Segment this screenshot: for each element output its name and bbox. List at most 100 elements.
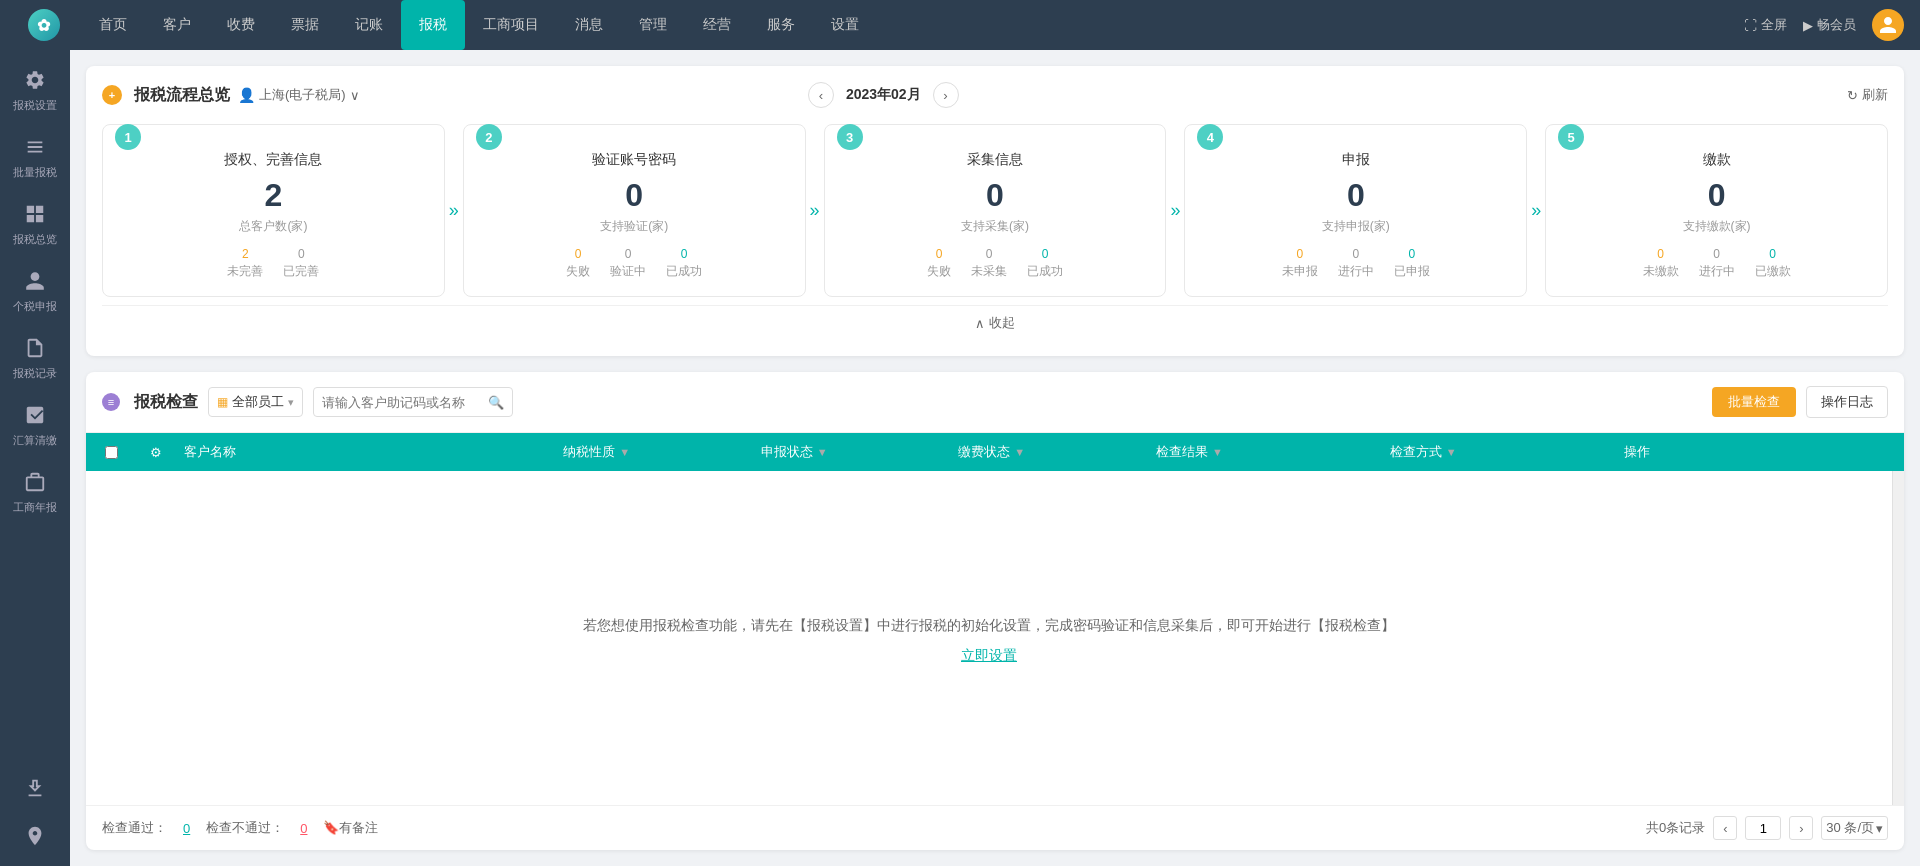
nav-settings[interactable]: 设置 bbox=[813, 0, 877, 50]
step-1-stats: 2 未完善 0 已完善 bbox=[119, 247, 428, 280]
step-3-subtitle: 支持采集(家) bbox=[841, 218, 1150, 235]
overview-icon bbox=[21, 200, 49, 228]
employee-filter[interactable]: ▦ 全部员工 ▾ bbox=[208, 387, 303, 417]
step-3-stat-2[interactable]: 0 已成功 bbox=[1027, 247, 1063, 280]
pass-label: 检查通过： bbox=[102, 819, 167, 837]
overview-title-icon: + bbox=[102, 85, 122, 105]
sidebar-item-overview[interactable]: 报税总览 bbox=[3, 192, 67, 255]
th-declare-filter-icon[interactable]: ▼ bbox=[817, 446, 828, 458]
step-4-stat-2-val: 0 bbox=[1408, 247, 1415, 261]
step-4-num: 4 bbox=[1197, 124, 1223, 150]
step-3-stat-1-label: 未采集 bbox=[971, 263, 1007, 280]
step-3-count: 0 bbox=[841, 177, 1150, 214]
nav-fee[interactable]: 收费 bbox=[209, 0, 273, 50]
fullscreen-btn[interactable]: ⛶ 全屏 bbox=[1744, 16, 1787, 34]
page-size-select[interactable]: 30 条/页 ▾ bbox=[1821, 816, 1888, 840]
step-4-stat-2[interactable]: 0 已申报 bbox=[1394, 247, 1430, 280]
prev-page-btn[interactable]: ‹ bbox=[1713, 816, 1737, 840]
avatar[interactable] bbox=[1872, 9, 1904, 41]
tax-settings-icon bbox=[21, 66, 49, 94]
step-5-stat-0[interactable]: 0 未缴款 bbox=[1643, 247, 1679, 280]
th-check-result: 检查结果 ▼ bbox=[1148, 433, 1382, 471]
sidebar-item-personal-tax[interactable]: 个税申报 bbox=[3, 259, 67, 322]
sidebar-item-download[interactable] bbox=[3, 766, 67, 810]
fail-label: 检查不通过： bbox=[206, 819, 284, 837]
step-4-stat-1-val: 0 bbox=[1352, 247, 1359, 261]
step-3-num: 3 bbox=[837, 124, 863, 150]
next-month-btn[interactable]: › bbox=[933, 82, 959, 108]
step-1-stat-0-val: 2 bbox=[242, 247, 249, 261]
step-4-stat-0[interactable]: 0 未申报 bbox=[1282, 247, 1318, 280]
step-4-stat-2-label: 已申报 bbox=[1394, 263, 1430, 280]
next-page-btn[interactable]: › bbox=[1789, 816, 1813, 840]
step-2-stat-0[interactable]: 0 失败 bbox=[566, 247, 590, 280]
setup-link[interactable]: 立即设置 bbox=[961, 647, 1017, 665]
step-5-subtitle: 支持缴款(家) bbox=[1562, 218, 1871, 235]
sidebar-label-tax-settings: 报税设置 bbox=[13, 98, 57, 113]
step-4-count: 0 bbox=[1201, 177, 1510, 214]
nav-business[interactable]: 工商项目 bbox=[465, 0, 557, 50]
location-badge[interactable]: 👤 上海(电子税局) ∨ bbox=[238, 86, 360, 104]
operation-log-btn[interactable]: 操作日志 bbox=[1806, 386, 1888, 418]
sidebar-item-tax-settings[interactable]: 报税设置 bbox=[3, 58, 67, 121]
select-all-checkbox[interactable] bbox=[105, 446, 118, 459]
sidebar-item-business-annual[interactable]: 工商年报 bbox=[3, 460, 67, 523]
overview-title: 报税流程总览 bbox=[134, 85, 230, 106]
prev-month-btn[interactable]: ‹ bbox=[808, 82, 834, 108]
step-1-num: 1 bbox=[115, 124, 141, 150]
steps-wrapper: 1 授权、完善信息 2 总客户数(家) 2 未完善 0 已完善 bbox=[102, 124, 1888, 297]
search-input[interactable] bbox=[322, 395, 488, 410]
sidebar-item-tax-record[interactable]: 报税记录 bbox=[3, 326, 67, 389]
step-3-stat-1[interactable]: 0 未采集 bbox=[971, 247, 1007, 280]
sidebar-item-batch-tax[interactable]: 批量报税 bbox=[3, 125, 67, 188]
nav-invoice[interactable]: 票据 bbox=[273, 0, 337, 50]
nav-manage[interactable]: 管理 bbox=[621, 0, 685, 50]
step-1-stat-0[interactable]: 2 未完善 bbox=[227, 247, 263, 280]
th-result-filter-icon[interactable]: ▼ bbox=[1212, 446, 1223, 458]
pass-count[interactable]: 0 bbox=[183, 821, 190, 836]
nav-operation[interactable]: 经营 bbox=[685, 0, 749, 50]
search-icon[interactable]: 🔍 bbox=[488, 395, 504, 410]
member-btn[interactable]: ▶ 畅会员 bbox=[1803, 16, 1856, 34]
sidebar-item-annual-settlement[interactable]: 汇算清缴 bbox=[3, 393, 67, 456]
nav-customer[interactable]: 客户 bbox=[145, 0, 209, 50]
step-4-title: 申报 bbox=[1201, 151, 1510, 169]
step-5-title: 缴款 bbox=[1562, 151, 1871, 169]
th-customer-name: 客户名称 bbox=[176, 433, 555, 471]
nav-home[interactable]: 首页 bbox=[81, 0, 145, 50]
step-5-stat-1-label: 进行中 bbox=[1699, 263, 1735, 280]
step-3-stat-0[interactable]: 0 失败 bbox=[927, 247, 951, 280]
step-3-stat-0-label: 失败 bbox=[927, 263, 951, 280]
scrollbar-track[interactable] bbox=[1892, 471, 1904, 805]
fail-count[interactable]: 0 bbox=[300, 821, 307, 836]
arrow-4-5: » bbox=[1527, 200, 1545, 221]
nav-accounting[interactable]: 记账 bbox=[337, 0, 401, 50]
step-5-stat-2[interactable]: 0 已缴款 bbox=[1755, 247, 1791, 280]
th-tax-filter-icon[interactable]: ▼ bbox=[619, 446, 630, 458]
sidebar-item-location[interactable] bbox=[3, 814, 67, 858]
step-2-stat-2[interactable]: 0 已成功 bbox=[666, 247, 702, 280]
th-method-filter-icon[interactable]: ▼ bbox=[1446, 446, 1457, 458]
step-1-stat-1[interactable]: 0 已完善 bbox=[283, 247, 319, 280]
location-icon bbox=[21, 822, 49, 850]
nav-service[interactable]: 服务 bbox=[749, 0, 813, 50]
arrow-2-3: » bbox=[806, 200, 824, 221]
th-pay-filter-icon[interactable]: ▼ bbox=[1014, 446, 1025, 458]
nav-tax[interactable]: 报税 bbox=[401, 0, 465, 50]
refresh-btn[interactable]: ↻ 刷新 bbox=[1847, 86, 1888, 104]
step-2-stat-1[interactable]: 0 验证中 bbox=[610, 247, 646, 280]
collapse-label: 收起 bbox=[989, 314, 1015, 332]
batch-check-btn[interactable]: 批量检查 bbox=[1712, 387, 1796, 417]
nav-message[interactable]: 消息 bbox=[557, 0, 621, 50]
arrow-1-2: » bbox=[445, 200, 463, 221]
personal-tax-icon bbox=[21, 267, 49, 295]
main-layout: 报税设置 批量报税 报税总览 个税申报 报税记录 bbox=[0, 50, 1920, 866]
month-display: 2023年02月 bbox=[846, 86, 921, 104]
page-input[interactable] bbox=[1745, 816, 1781, 840]
th-settings-icon[interactable]: ⚙ bbox=[150, 445, 162, 460]
overview-card: + 报税流程总览 👤 上海(电子税局) ∨ ‹ 2023年02月 › ↻ 刷新 bbox=[86, 66, 1904, 356]
collapse-btn[interactable]: ∧ 收起 bbox=[102, 305, 1888, 340]
step-5-stat-1[interactable]: 0 进行中 bbox=[1699, 247, 1735, 280]
step-2-stat-1-label: 验证中 bbox=[610, 263, 646, 280]
step-4-stat-1[interactable]: 0 进行中 bbox=[1338, 247, 1374, 280]
